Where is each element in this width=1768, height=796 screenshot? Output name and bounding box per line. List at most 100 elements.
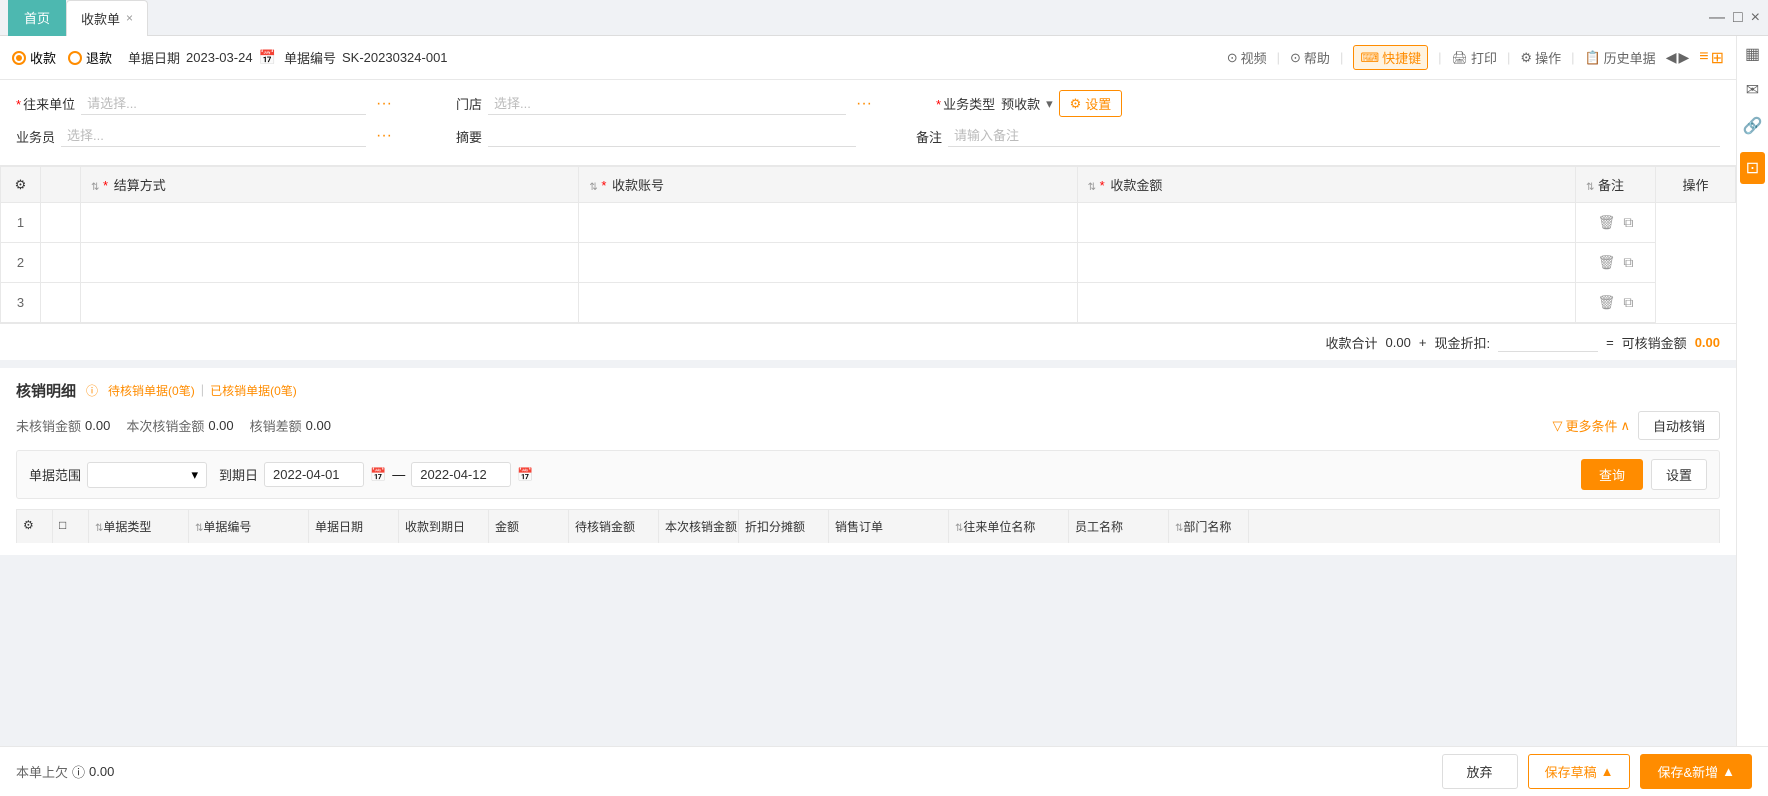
maximize-icon[interactable]: □: [1733, 9, 1743, 27]
counterpart-more-btn[interactable]: ···: [372, 95, 396, 113]
chevron-up-icon: ∧: [1620, 418, 1630, 434]
shortcut-btn[interactable]: ⌨ 快捷键: [1353, 45, 1428, 70]
row-1-delete-icon[interactable]: 🗑: [1598, 214, 1616, 231]
row-1-copy-icon[interactable]: ⧉: [1623, 214, 1633, 231]
abandon-button[interactable]: 放弃: [1442, 754, 1518, 789]
help-label: 帮助: [1304, 48, 1330, 67]
calendar-icon[interactable]: 📅: [259, 49, 276, 66]
radio-refund[interactable]: 退款: [68, 48, 112, 67]
panel-table-icon[interactable]: ▦: [1745, 44, 1760, 64]
store-input[interactable]: [488, 93, 846, 115]
doc-no-field: 单据编号 SK-20230324-001: [284, 48, 448, 67]
history-btn[interactable]: 📋 历史单据: [1584, 48, 1655, 67]
save-draft-button[interactable]: 保存草稿 ▲: [1528, 754, 1631, 789]
toolbar-right: ⊙ 视频 | ⊙ 帮助 | ⌨ 快捷键 | 🖨 打印 | ⚙ 操作: [1227, 45, 1724, 70]
settings-gear-icon: ⚙: [1070, 96, 1082, 112]
window-close-icon[interactable]: ×: [1751, 9, 1760, 27]
verif-tab-done[interactable]: 已核销单据(0笔): [210, 382, 297, 399]
panel-email-icon[interactable]: ✉: [1746, 80, 1759, 100]
panel-link-icon[interactable]: 🔗: [1743, 116, 1763, 136]
history-icon: 📋: [1584, 50, 1600, 66]
calendar-to-icon[interactable]: 📅: [517, 467, 533, 483]
row-1-settlement[interactable]: [41, 203, 81, 243]
video-btn[interactable]: ⊙ 视频: [1227, 48, 1267, 67]
discount-input[interactable]: [1498, 332, 1598, 352]
bottom-bar: 本单上欠 ⓘ 0.00 放弃 保存草稿 ▲ 保存&新增 ▲: [0, 746, 1768, 796]
row-3-amount[interactable]: [579, 283, 1077, 323]
counterpart-input[interactable]: [81, 93, 366, 115]
nav-prev-icon[interactable]: ◀: [1666, 49, 1677, 66]
layout-grid-icon[interactable]: ⊞: [1711, 48, 1724, 68]
radio-receive-dot: [12, 51, 26, 65]
row-1-account[interactable]: [81, 203, 579, 243]
col-settings[interactable]: ⚙: [1, 167, 41, 203]
staff-input[interactable]: [61, 125, 366, 147]
table-row: 3 🗑 ⧉: [1, 283, 1736, 323]
row-3-delete-icon[interactable]: 🗑: [1598, 294, 1616, 311]
table-row: 1 🗑 ⧉: [1, 203, 1736, 243]
business-type-dropdown-icon[interactable]: ▾: [1046, 96, 1053, 112]
col-remark: ⇅ 备注: [1576, 167, 1656, 203]
date-label: 单据日期: [128, 48, 180, 67]
print-btn[interactable]: 🖨 打印: [1452, 48, 1498, 67]
more-conditions-btn[interactable]: ▽ 更多条件 ∧: [1552, 416, 1630, 435]
tab-close-icon[interactable]: ×: [126, 11, 133, 25]
row-3-settlement[interactable]: [41, 283, 81, 323]
save-new-button[interactable]: 保存&新增 ▲: [1640, 754, 1752, 789]
filter-settings-button[interactable]: 设置: [1651, 459, 1707, 490]
calendar-from-icon[interactable]: 📅: [370, 467, 386, 483]
col-amount: ⇅ * 收款金额: [1077, 167, 1575, 203]
business-type-field: *业务类型 预收款 ▾ ⚙ 设置: [936, 90, 1122, 117]
date-from-input[interactable]: [264, 462, 364, 487]
stat-info-icon[interactable]: ⓘ: [72, 762, 85, 781]
verif-right-actions: ▽ 更多条件 ∧ 自动核销: [1552, 411, 1720, 440]
settings-button[interactable]: ⚙ 设置: [1059, 90, 1123, 117]
staff-label: 业务员: [16, 127, 55, 146]
nav-next-icon[interactable]: ▶: [1678, 49, 1689, 66]
layout-list-icon[interactable]: ≡: [1699, 48, 1708, 68]
filter-row: 单据范围 ▾ 到期日 📅 — 📅 查询 设置: [16, 450, 1720, 499]
query-button[interactable]: 查询: [1581, 459, 1643, 490]
auto-cancel-button[interactable]: 自动核销: [1638, 411, 1720, 440]
table-row: 2 🗑 ⧉: [1, 243, 1736, 283]
remark-input[interactable]: [948, 125, 1720, 147]
toolbar: 收款 退款 单据日期 2023-03-24 📅 单据编号 SK-20230324…: [0, 36, 1736, 80]
row-2-settlement[interactable]: [41, 243, 81, 283]
operation-btn[interactable]: ⚙ 操作: [1520, 48, 1561, 67]
filter-actions: 查询 设置: [1581, 459, 1707, 490]
stat-value: 0.00: [89, 764, 114, 779]
panel-scan-icon[interactable]: ⊡: [1740, 152, 1765, 184]
row-1-remark[interactable]: [1077, 203, 1575, 243]
verif-col-discount: 折扣分摊额: [739, 510, 829, 543]
col-row-num: [41, 167, 81, 203]
row-1-amount[interactable]: [579, 203, 1077, 243]
summary-input[interactable]: [488, 125, 856, 147]
row-2-delete-icon[interactable]: 🗑: [1598, 254, 1616, 271]
window-controls: — □ ×: [1709, 9, 1760, 27]
row-2-copy-icon[interactable]: ⧉: [1623, 254, 1633, 271]
verif-col-partner: ⇅往来单位名称: [949, 510, 1069, 543]
verif-col-settings[interactable]: ⚙: [17, 510, 53, 543]
staff-more-btn[interactable]: ···: [372, 127, 396, 145]
row-2-account[interactable]: [81, 243, 579, 283]
minimize-icon[interactable]: —: [1709, 9, 1725, 27]
verif-tab-pending[interactable]: 待核销单据(0笔): [108, 382, 195, 399]
row-2-remark[interactable]: [1077, 243, 1575, 283]
net-value: 0.00: [1695, 335, 1720, 350]
verif-info-icon[interactable]: ⓘ: [86, 382, 98, 399]
tab-receipt[interactable]: 收款单 ×: [66, 0, 148, 36]
help-btn[interactable]: ⊙ 帮助: [1290, 48, 1330, 67]
row-3-remark[interactable]: [1077, 283, 1575, 323]
due-label: 到期日: [219, 465, 258, 484]
range-select[interactable]: ▾: [87, 462, 207, 488]
radio-receive[interactable]: 收款: [12, 48, 56, 67]
verif-col-checkbox[interactable]: □: [53, 510, 89, 543]
row-3-copy-icon[interactable]: ⧉: [1623, 294, 1633, 311]
counterpart-field: *往来单位 ···: [16, 93, 396, 115]
row-2-amount[interactable]: [579, 243, 1077, 283]
date-to-input[interactable]: [411, 462, 511, 487]
store-more-btn[interactable]: ···: [852, 95, 876, 113]
tab-home[interactable]: 首页: [8, 0, 66, 36]
row-3-account[interactable]: [81, 283, 579, 323]
net-label: 可核销金额: [1622, 333, 1687, 352]
